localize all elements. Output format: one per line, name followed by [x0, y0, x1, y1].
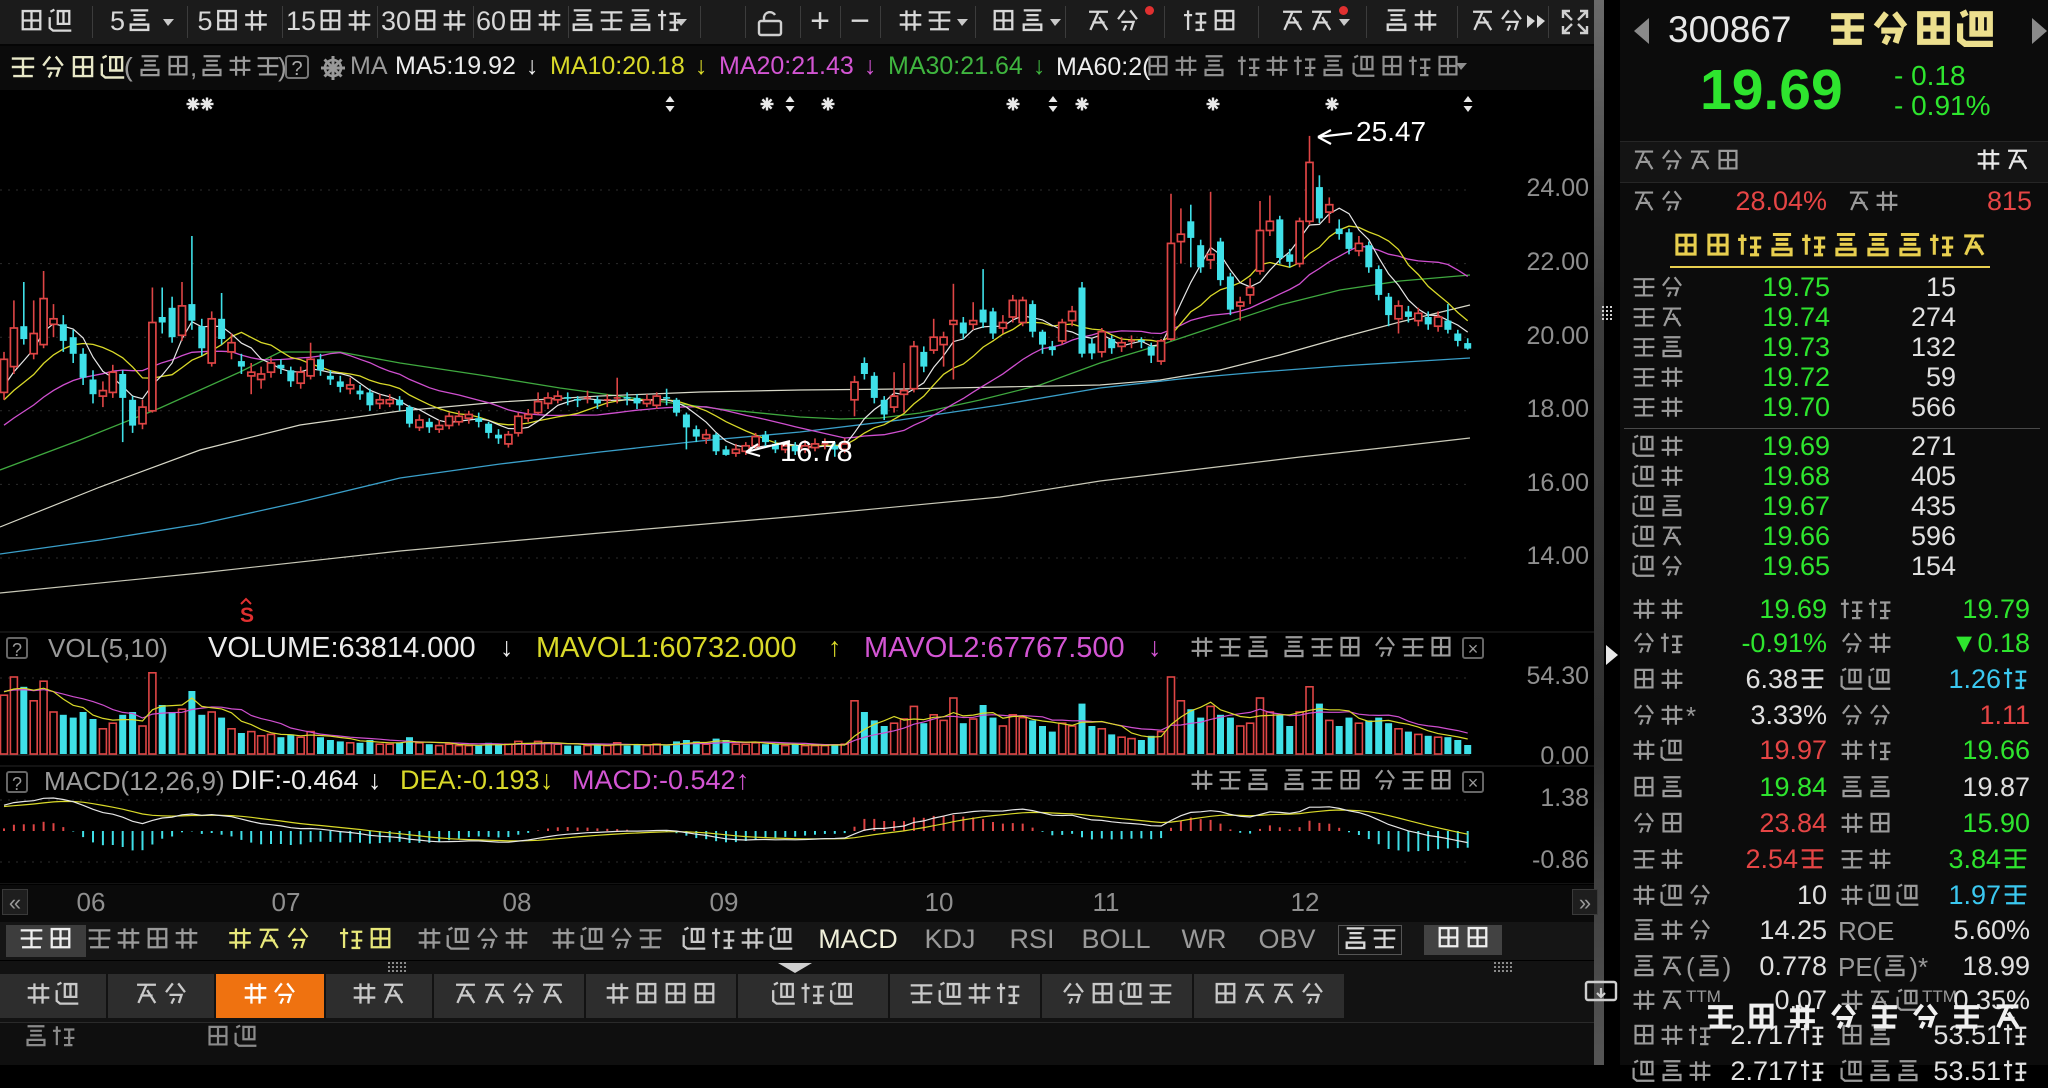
svg-text:S: S — [240, 604, 254, 627]
svg-text:25.47: 25.47 — [1356, 116, 1426, 147]
svg-text:16.78: 16.78 — [780, 436, 853, 468]
